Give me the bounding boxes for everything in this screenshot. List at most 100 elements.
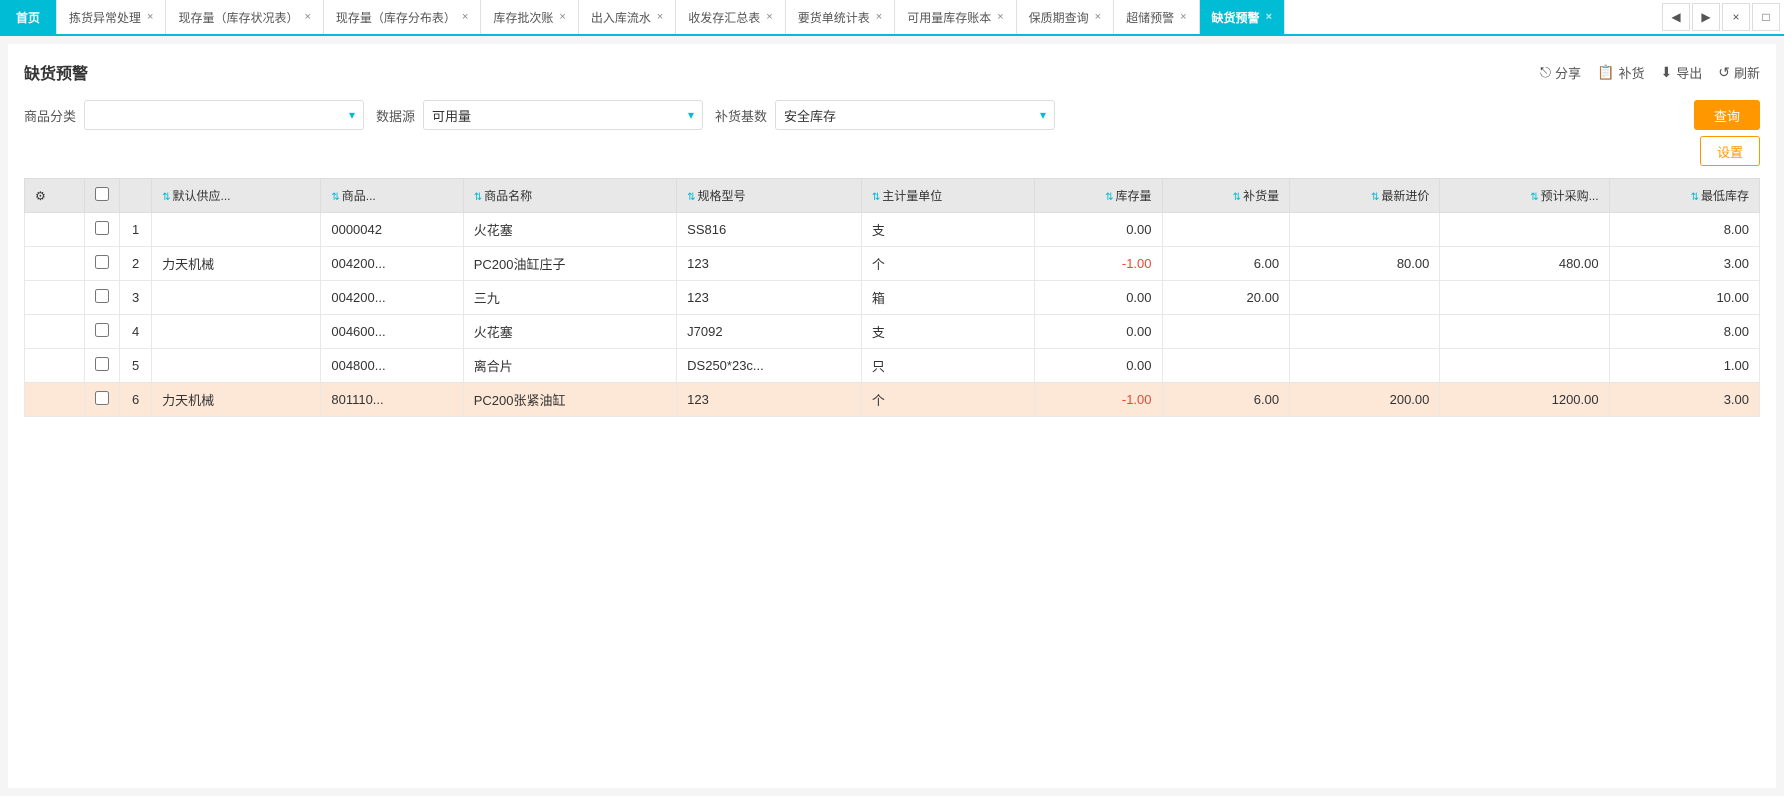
row-checkbox-cell[interactable] [85,315,120,349]
nav-tab-avail-ledger[interactable]: 可用量库存账本 × [895,0,1016,35]
close-icon[interactable]: × [997,11,1003,23]
nav-tab-stock-status[interactable]: 现存量（库存状况表） × [166,0,323,35]
row-gear[interactable] [25,315,85,349]
row-unit: 箱 [861,281,1034,315]
close-icon[interactable]: × [657,11,663,23]
tab-label: 出入库流水 [591,9,651,26]
table-row[interactable]: 1 0000042 火花塞 SS816 支 0.00 8.00 [25,213,1760,247]
product-code-column-header[interactable]: ⇅商品... [321,179,463,213]
row-supplier [152,281,321,315]
nav-tab-inout-flow[interactable]: 出入库流水 × [579,0,676,35]
row-gear[interactable] [25,281,85,315]
export-label: 导出 [1676,63,1702,82]
close-icon[interactable]: × [147,11,153,23]
row-est-purchase [1440,315,1609,349]
table-row[interactable]: 2 力天机械 004200... PC200油缸庄子 123 个 -1.00 6… [25,247,1760,281]
close-icon[interactable]: × [1095,11,1101,23]
category-select[interactable]: ▾ [84,100,364,130]
nav-tab-stock-batch[interactable]: 库存批次账 × [481,0,578,35]
chevron-down-icon: ▾ [688,108,694,122]
row-checkbox[interactable] [95,289,109,303]
spec-column-header[interactable]: ⇅规格型号 [677,179,862,213]
num-column-header [120,179,152,213]
row-spec: SS816 [677,213,862,247]
nav-tab-receive-summary[interactable]: 收发存汇总表 × [676,0,785,35]
latest-price-column-header[interactable]: ⇅最新进价 [1290,179,1440,213]
refresh-action[interactable]: ↺ 刷新 [1718,63,1760,82]
row-checkbox-cell[interactable] [85,281,120,315]
close-icon[interactable]: × [304,11,310,23]
row-spec: DS250*23c... [677,349,862,383]
table-row[interactable]: 3 004200... 三九 123 箱 0.00 20.00 10.00 [25,281,1760,315]
nav-next-btn[interactable]: ▶ [1692,3,1720,31]
nav-prev-btn[interactable]: ◀ [1662,3,1690,31]
close-icon[interactable]: × [766,11,772,23]
share-action[interactable]: ⎋ 分享 [1540,63,1581,82]
select-all-checkbox[interactable] [95,187,109,201]
nav-tab-stock-dist[interactable]: 现存量（库存分布表） × [324,0,481,35]
row-checkbox-cell[interactable] [85,383,120,417]
query-button[interactable]: 查询 [1694,100,1760,130]
sort-icon: ⇅ [1691,192,1699,203]
close-icon[interactable]: × [1180,11,1186,23]
product-name-column-header[interactable]: ⇅商品名称 [463,179,676,213]
close-icon[interactable]: × [462,11,468,23]
restock-action[interactable]: 📋 补货 [1597,63,1644,82]
nav-tab-overstock-warn[interactable]: 超储预警 × [1114,0,1199,35]
close-icon[interactable]: × [1266,11,1272,23]
row-gear[interactable] [25,383,85,417]
supplier-column-header[interactable]: ⇅默认供应... [152,179,321,213]
row-checkbox[interactable] [95,357,109,371]
tab-label: 拣货异常处理 [69,9,141,26]
nav-tab-order-stat[interactable]: 要货单统计表 × [786,0,895,35]
row-checkbox[interactable] [95,221,109,235]
row-stock-qty: -1.00 [1034,247,1162,281]
row-gear[interactable] [25,247,85,281]
nav-tab-home[interactable]: 首页 [0,0,57,35]
stock-qty-column-header[interactable]: ⇅库存量 [1034,179,1162,213]
min-stock-column-header[interactable]: ⇅最低库存 [1609,179,1759,213]
table-row[interactable]: 4 004600... 火花塞 J7092 支 0.00 8.00 [25,315,1760,349]
nav-tab-pick-error[interactable]: 拣货异常处理 × [57,0,166,35]
tab-label: 要货单统计表 [798,9,870,26]
row-spec: 123 [677,383,862,417]
row-checkbox-cell[interactable] [85,349,120,383]
datasource-select[interactable]: 可用量 ▾ [423,100,703,130]
nav-tab-shortage-warn[interactable]: 缺货预警 × [1200,0,1285,35]
row-supplier [152,315,321,349]
unit-column-header[interactable]: ⇅主计量单位 [861,179,1034,213]
row-checkbox[interactable] [95,391,109,405]
export-action[interactable]: ⬇ 导出 [1661,63,1703,82]
nav-maximize-btn[interactable]: □ [1752,3,1780,31]
replenish-value: 安全库存 [784,106,836,125]
row-number: 4 [120,315,152,349]
sort-icon: ⇅ [1530,192,1538,203]
category-filter: 商品分类 ▾ [24,100,364,130]
est-purchase-column-header[interactable]: ⇅预计采购... [1440,179,1609,213]
settings-button[interactable]: 设置 [1700,136,1760,166]
row-checkbox[interactable] [95,323,109,337]
checkbox-column-header[interactable] [85,179,120,213]
nav-close-btn[interactable]: × [1722,3,1750,31]
row-checkbox[interactable] [95,255,109,269]
row-gear[interactable] [25,349,85,383]
nav-tab-expiry-query[interactable]: 保质期查询 × [1017,0,1114,35]
gear-column-header[interactable]: ⚙ [25,179,85,213]
table-row[interactable]: 6 力天机械 801110... PC200张紧油缸 123 个 -1.00 6… [25,383,1760,417]
action-buttons: 查询 设置 [1682,100,1760,166]
replenish-qty-column-header[interactable]: ⇅补货量 [1162,179,1290,213]
tab-label: 收发存汇总表 [688,9,760,26]
data-table: ⚙ ⇅默认供应... ⇅商品... ⇅商品名称 ⇅规格型号 [24,178,1760,417]
replenish-select[interactable]: 安全库存 ▾ [775,100,1055,130]
share-icon: ⎋ [1540,64,1551,81]
row-checkbox-cell[interactable] [85,213,120,247]
close-icon[interactable]: × [876,11,882,23]
row-latest-price: 80.00 [1290,247,1440,281]
row-replenish-qty [1162,315,1290,349]
row-gear[interactable] [25,213,85,247]
row-checkbox-cell[interactable] [85,247,120,281]
close-icon[interactable]: × [559,11,565,23]
row-product-name: 三九 [463,281,676,315]
table-row[interactable]: 5 004800... 离合片 DS250*23c... 只 0.00 1.00 [25,349,1760,383]
row-supplier [152,213,321,247]
